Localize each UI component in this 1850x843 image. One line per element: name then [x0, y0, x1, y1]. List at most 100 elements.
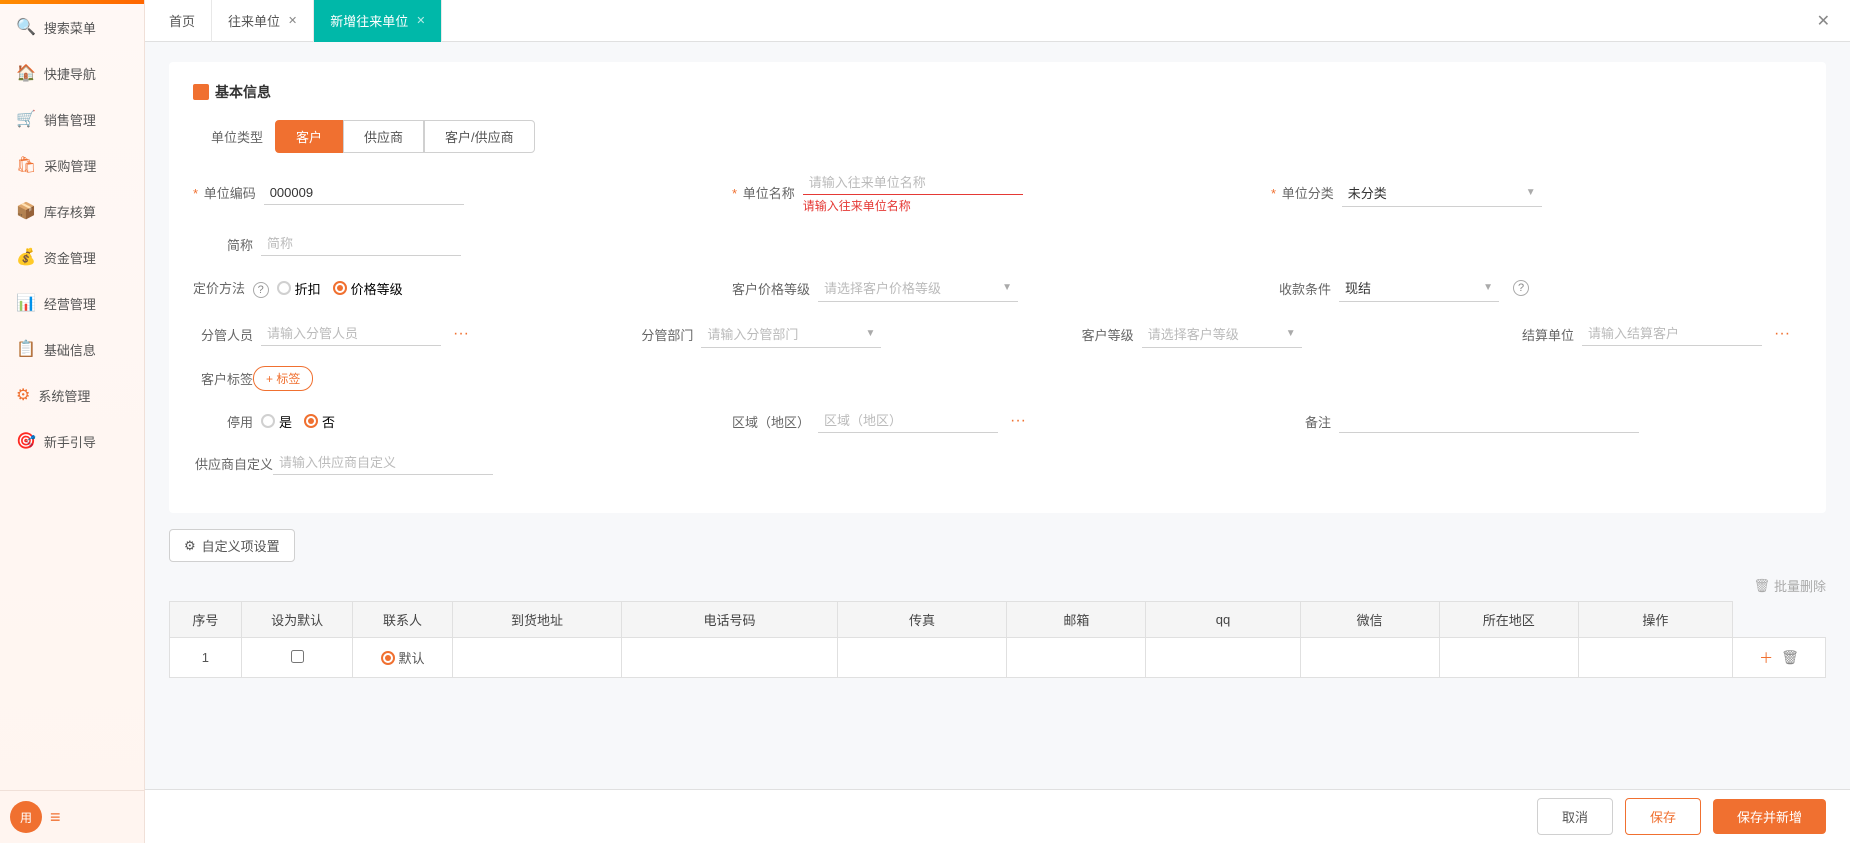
chevron-down-icon: ▼: [1483, 282, 1493, 293]
unit-category-select[interactable]: 未分类 ▼: [1342, 179, 1542, 207]
tab-home[interactable]: 首页: [153, 0, 212, 42]
custom-settings-section: ⚙ 自定义项设置 🗑 批量删除 序号 设为默认 联系人 到货地址: [169, 529, 1826, 678]
sidebar-item-system[interactable]: ⚙ 系统管理: [0, 372, 144, 418]
row-short-name: 简称: [193, 232, 1802, 256]
region-input[interactable]: [818, 409, 998, 433]
btn-both[interactable]: 客户/供应商: [424, 120, 535, 153]
department-select[interactable]: 请输入分管部门 ▼: [701, 320, 881, 348]
sidebar-item-quick-nav[interactable]: 🏠 快捷导航: [0, 50, 144, 96]
radio-yes[interactable]: 是: [261, 412, 292, 431]
table-header-row: 序号 设为默认 联系人 到货地址 电话号码 传真 邮箱 qq 微信 所在地区 操…: [170, 602, 1826, 638]
sidebar-item-purchase[interactable]: 🛍 采购管理: [0, 142, 144, 188]
remark-input[interactable]: [1339, 409, 1639, 433]
guide-icon: 🎯: [16, 431, 36, 451]
radio-no[interactable]: 否: [304, 412, 335, 431]
tab-partners-close[interactable]: ✕: [288, 14, 297, 27]
col-header-email: 邮箱: [1007, 602, 1146, 638]
col-header-index: 序号: [170, 602, 242, 638]
box-icon: 📦: [16, 201, 36, 221]
location-input[interactable]: [1615, 646, 1695, 669]
phone-input[interactable]: [877, 646, 967, 669]
customer-price-level-label: 客户价格等级: [732, 279, 810, 298]
short-name-input[interactable]: [261, 232, 461, 256]
clipboard-icon: 📋: [16, 339, 36, 359]
customer-tag-label: 客户标签: [193, 369, 253, 388]
unit-type-label: 单位类型: [193, 127, 263, 146]
payment-terms-help-icon[interactable]: ?: [1513, 280, 1529, 296]
sidebar-item-search[interactable]: 🔍 搜索菜单: [0, 4, 144, 50]
contact-input[interactable]: [492, 646, 582, 669]
tab-partners[interactable]: 往来单位 ✕: [212, 0, 314, 42]
btn-customer[interactable]: 客户: [275, 120, 343, 153]
manager-more-button[interactable]: ···: [449, 325, 473, 343]
address-input[interactable]: [670, 646, 790, 669]
sidebar-item-label: 采购管理: [44, 156, 96, 175]
cell-index: 1: [170, 638, 242, 678]
batch-delete-button[interactable]: 🗑 批量删除: [169, 576, 1826, 595]
tab-new-partner-close[interactable]: ✕: [416, 14, 425, 27]
radio-discount[interactable]: 折扣: [277, 279, 321, 298]
payment-terms-label: 收款条件: [1271, 279, 1331, 298]
save-and-new-button[interactable]: 保存并新增: [1713, 799, 1826, 834]
unit-name-input[interactable]: [803, 171, 1023, 195]
row-default-radio[interactable]: 默认: [363, 648, 441, 667]
settlement-unit-more-button[interactable]: ···: [1770, 325, 1794, 343]
region-more-button[interactable]: ···: [1006, 412, 1030, 430]
wechat-input[interactable]: [1474, 646, 1544, 669]
col-header-actions: 操作: [1578, 602, 1732, 638]
col-header-contact: 联系人: [353, 602, 452, 638]
row-delete-button[interactable]: 🗑: [1781, 649, 1799, 666]
settlement-unit-input[interactable]: [1582, 322, 1762, 346]
tab-new-partner[interactable]: 新增往来单位 ✕: [314, 0, 442, 42]
unit-name-label: * 单位名称: [732, 183, 795, 202]
radio-price-level[interactable]: 价格等级: [333, 279, 403, 298]
cart-icon: 🛒: [16, 109, 36, 129]
radio-yes-dot: [261, 414, 275, 428]
custom-settings-button[interactable]: ⚙ 自定义项设置: [169, 529, 295, 562]
tab-partners-label: 往来单位: [228, 11, 280, 30]
btn-supplier[interactable]: 供应商: [343, 120, 424, 153]
sidebar-item-basic[interactable]: 📋 基础信息: [0, 326, 144, 372]
sidebar-item-sales[interactable]: 🛒 销售管理: [0, 96, 144, 142]
sidebar-item-guide[interactable]: 🎯 新手引导: [0, 418, 144, 464]
col-header-location: 所在地区: [1439, 602, 1578, 638]
supplier-custom-label: 供应商自定义: [193, 454, 273, 473]
save-button[interactable]: 保存: [1625, 798, 1701, 835]
chart-icon: 📊: [16, 293, 36, 313]
fax-input[interactable]: [1041, 646, 1111, 669]
payment-terms-select[interactable]: 现结 ▼: [1339, 274, 1499, 302]
window-close-button[interactable]: ✕: [1805, 11, 1842, 31]
manager-input[interactable]: [261, 322, 441, 346]
settlement-unit-label: 结算单位: [1514, 325, 1574, 344]
row-checkbox[interactable]: [291, 650, 304, 663]
row-disabled: 停用 是 否 区域（地区） ···: [193, 409, 1802, 433]
disabled-label: 停用: [193, 412, 253, 431]
add-tag-button[interactable]: + 标签: [253, 366, 313, 391]
sidebar-item-label: 资金管理: [44, 248, 96, 267]
col-header-qq: qq: [1146, 602, 1300, 638]
cell-qq: [1300, 638, 1439, 678]
sidebar-item-inventory[interactable]: 📦 库存核算: [0, 188, 144, 234]
email-input[interactable]: [1183, 646, 1263, 669]
sidebar-item-operations[interactable]: 📊 经营管理: [0, 280, 144, 326]
manager-label: 分管人员: [193, 325, 253, 344]
chevron-down-icon: ▼: [1526, 187, 1536, 198]
pricing-help-icon[interactable]: ?: [253, 282, 269, 298]
unit-code-input[interactable]: [264, 181, 464, 205]
sidebar-item-label: 系统管理: [38, 386, 90, 405]
customer-price-level-select[interactable]: 请选择客户价格等级 ▼: [818, 274, 1018, 302]
supplier-custom-input[interactable]: [273, 451, 493, 475]
customer-level-select[interactable]: 请选择客户等级 ▼: [1142, 320, 1302, 348]
sidebar-item-finance[interactable]: 💰 资金管理: [0, 234, 144, 280]
sidebar-expand-icon[interactable]: ≡: [50, 807, 61, 828]
row-add-button[interactable]: ＋: [1759, 648, 1773, 668]
chevron-down-icon: ▼: [865, 328, 875, 339]
qq-input[interactable]: [1335, 646, 1405, 669]
bottom-bar: 取消 保存 保存并新增: [145, 789, 1850, 843]
tab-new-partner-label: 新增往来单位: [330, 11, 408, 30]
cell-location: [1578, 638, 1732, 678]
cell-fax: [1007, 638, 1146, 678]
shopping-icon: 🛍: [16, 155, 36, 175]
sidebar-item-label: 新手引导: [44, 432, 96, 451]
cancel-button[interactable]: 取消: [1537, 798, 1613, 835]
